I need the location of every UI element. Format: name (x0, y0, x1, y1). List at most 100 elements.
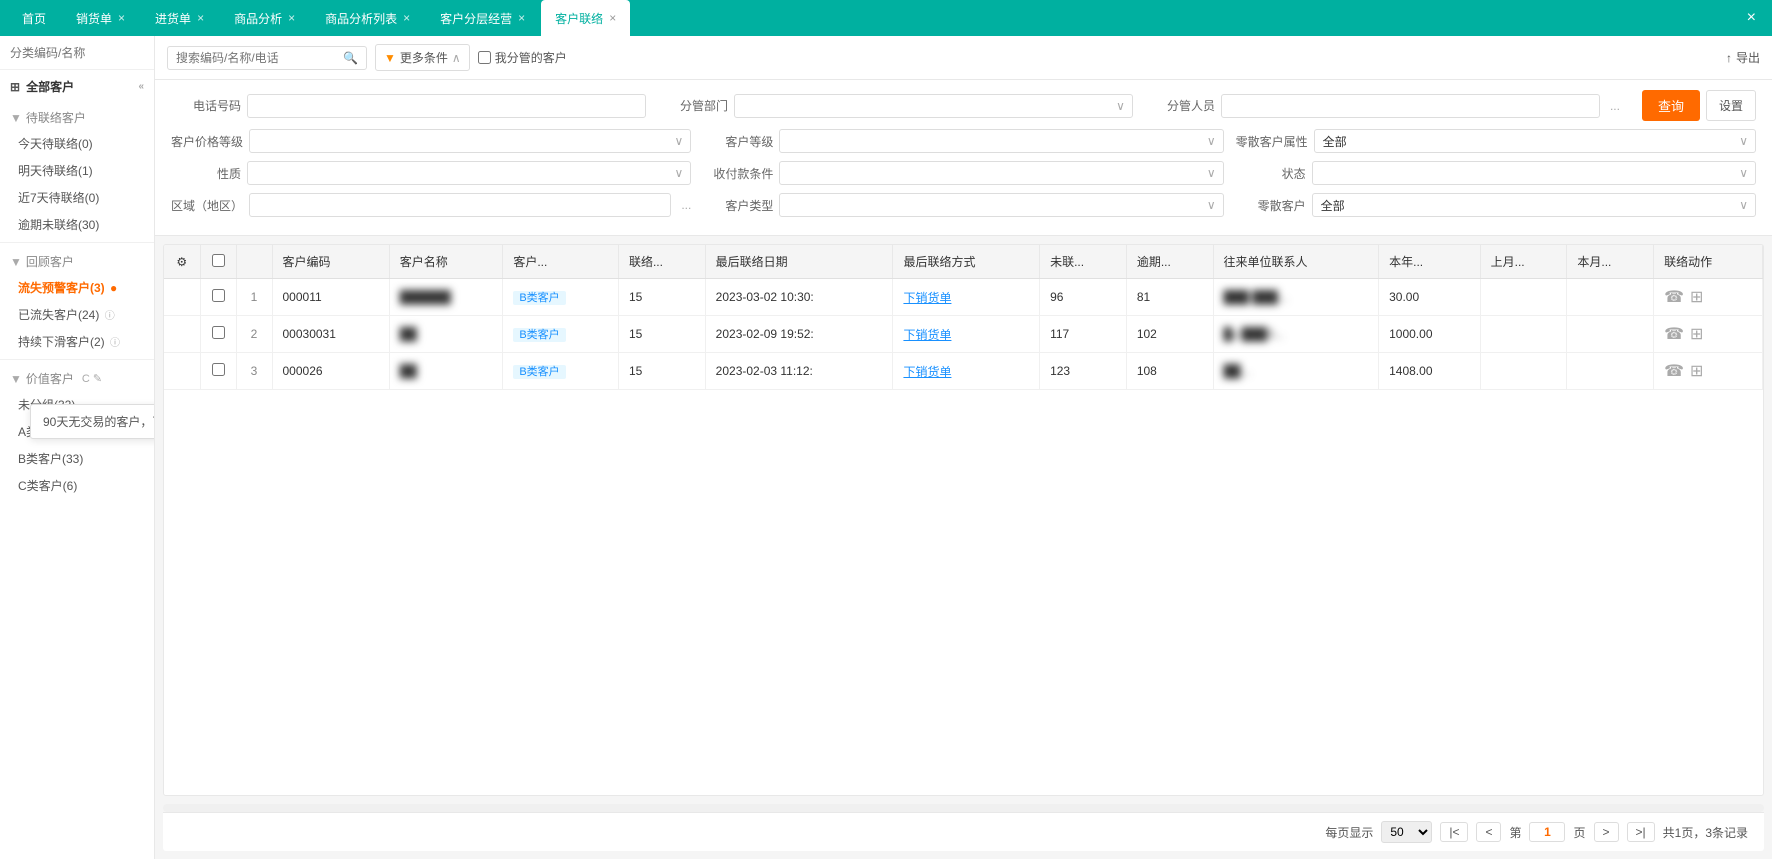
toolbar-search-icon[interactable]: 🔍 (343, 51, 358, 65)
filter-price-level-input[interactable] (249, 129, 691, 153)
nav-item-customer-contact[interactable]: 客户联络 × (541, 0, 630, 36)
col-contact: 联络... (618, 245, 705, 279)
sidebar-item-churn-warning[interactable]: 流失预警客户(3) ● (0, 274, 154, 301)
first-page-btn[interactable]: |< (1440, 822, 1468, 842)
prev-page-btn[interactable]: < (1476, 822, 1501, 842)
filter-region-input[interactable] (249, 193, 671, 217)
filter-person-input[interactable] (1221, 94, 1600, 118)
nav-item-product-analysis[interactable]: 商品分析 × (220, 0, 309, 36)
row-name-0: ██████ (389, 279, 503, 316)
col-settings[interactable]: ⚙ (164, 245, 200, 279)
col-check[interactable] (200, 245, 236, 279)
filter-person-more-icon[interactable]: ... (1610, 99, 1620, 113)
row-code-1: 00030031 (272, 316, 389, 353)
filter-customer-level-input[interactable] (779, 129, 1223, 153)
nav-close-customer-tier[interactable]: × (518, 11, 525, 25)
filter-payment-input[interactable] (779, 161, 1223, 185)
row-contact-1: 15 (618, 316, 705, 353)
nav-label-customer-contact: 客户联络 (555, 10, 603, 27)
phone-icon-0[interactable]: ☎ (1664, 287, 1684, 307)
filter-customer-type-input[interactable] (779, 193, 1223, 217)
row-this-year-0: 30.00 (1379, 279, 1481, 316)
toolbar-search-input[interactable] (176, 51, 343, 65)
sidebar-item-today-contact[interactable]: 今天待联络(0) (0, 130, 154, 157)
select-all-checkbox[interactable] (212, 254, 225, 267)
sidebar-group-value-label: 价值客户 (26, 370, 74, 387)
nav-close-sales[interactable]: × (118, 11, 125, 25)
filter-status-input[interactable] (1312, 161, 1756, 185)
page-number-input[interactable] (1529, 822, 1565, 842)
filter-nature-input[interactable] (247, 161, 691, 185)
row-no-contact-2: 123 (1040, 353, 1127, 390)
top-nav: 首页 销货单 × 进货单 × 商品分析 × 商品分析列表 × 客户分层经营 × … (0, 0, 1772, 36)
filter-price-level-label: 客户价格等级 (171, 133, 243, 150)
phone-icon-2[interactable]: ☎ (1664, 361, 1684, 381)
filter-customer-type: 客户类型 ∨ (703, 193, 1223, 217)
nav-item-product-list[interactable]: 商品分析列表 × (311, 0, 424, 36)
row-check-1[interactable] (200, 316, 236, 353)
sidebar-item-c-class[interactable]: C类客户(6) (0, 472, 154, 499)
nav-item-customer-tier[interactable]: 客户分层经营 × (426, 0, 539, 36)
settings-button[interactable]: 设置 (1706, 90, 1756, 121)
row-no-contact-0: 96 (1040, 279, 1127, 316)
row-unit-contact-0: ███ ███... (1213, 279, 1379, 316)
nav-close-customer-contact[interactable]: × (609, 11, 616, 25)
row-last-method-2[interactable]: 下销货单 (893, 353, 1040, 390)
row-check-2[interactable] (200, 353, 236, 390)
sidebar-item-7day-contact[interactable]: 近7天待联络(0) (0, 184, 154, 211)
filter-region-more-icon[interactable]: ... (681, 198, 691, 212)
grid-icon-1[interactable]: ⊞ (1690, 324, 1703, 344)
filter-dept: 分管部门 ∨ (658, 94, 1133, 118)
export-btn[interactable]: ↑ 导出 (1726, 49, 1760, 66)
sidebar-item-tomorrow-contact[interactable]: 明天待联络(1) (0, 157, 154, 184)
next-page-btn[interactable]: > (1594, 822, 1619, 842)
sidebar-search-input[interactable] (10, 46, 155, 60)
nav-close-purchase[interactable]: × (197, 11, 204, 25)
row-last-method-1[interactable]: 下销货单 (893, 316, 1040, 353)
nav-global-close[interactable]: × (1739, 5, 1764, 31)
nav-label-sales: 销货单 (76, 10, 112, 27)
col-overdue: 逾期... (1126, 245, 1213, 279)
filter-dept-input[interactable] (734, 94, 1133, 118)
row-check-0[interactable] (200, 279, 236, 316)
nav-close-product-analysis[interactable]: × (288, 11, 295, 25)
col-num (236, 245, 272, 279)
per-page-select[interactable]: 50 100 200 (1381, 821, 1432, 843)
row-actions-0: ☎ ⊞ (1654, 279, 1763, 316)
query-button[interactable]: 查询 (1642, 90, 1700, 121)
last-page-btn[interactable]: >| (1627, 822, 1655, 842)
table-body: 1 000011 ██████ B类客户 15 2023-03-02 10:30… (164, 279, 1763, 390)
row-overdue-0: 81 (1126, 279, 1213, 316)
sidebar-item-b-class[interactable]: B类客户(33) (0, 445, 154, 472)
row-last-date-1: 2023-02-09 19:52: (705, 316, 893, 353)
grid-icon-2[interactable]: ⊞ (1690, 361, 1703, 381)
sidebar-group-review: ▼ 回顾客户 (0, 247, 154, 274)
sidebar-item-already-churn[interactable]: 已流失客户(24) ⓘ (0, 301, 154, 328)
filter-retail-customer-input[interactable] (1312, 193, 1756, 217)
nav-item-sales[interactable]: 销货单 × (62, 0, 139, 36)
sidebar-all-customers[interactable]: ⊞ 全部客户 « (0, 70, 154, 103)
table-wrap: ⚙ 客户编码 客户名称 客户... 联络... 最后联络日期 最后联络方式 未联… (163, 244, 1764, 796)
filter-status-label: 状态 (1236, 165, 1306, 182)
my-customers-checkbox-wrap[interactable]: 我分管的客户 (478, 49, 567, 66)
row-name-2: ██ (389, 353, 503, 390)
nav-item-purchase[interactable]: 进货单 × (141, 0, 218, 36)
filter-retail-attr-input[interactable] (1314, 129, 1756, 153)
toolbar-filter-btn[interactable]: ▼ 更多条件 ∧ (375, 44, 470, 71)
row-last-method-0[interactable]: 下销货单 (893, 279, 1040, 316)
filter-phone: 电话号码 (171, 94, 646, 118)
row-contact-0: 15 (618, 279, 705, 316)
nav-item-home[interactable]: 首页 (8, 0, 60, 36)
sidebar-item-overdue-contact[interactable]: 逾期未联络(30) (0, 211, 154, 238)
phone-icon-1[interactable]: ☎ (1664, 324, 1684, 344)
customer-table: ⚙ 客户编码 客户名称 客户... 联络... 最后联络日期 最后联络方式 未联… (164, 245, 1763, 390)
filter-phone-input[interactable] (247, 94, 646, 118)
nav-close-product-list[interactable]: × (403, 11, 410, 25)
row-this-month-0 (1567, 279, 1654, 316)
sidebar-item-declining[interactable]: 持续下滑客户(2) ⓘ (0, 328, 154, 355)
nav-label-product-list: 商品分析列表 (325, 10, 397, 27)
page-label: 第 (1509, 824, 1521, 841)
grid-icon-0[interactable]: ⊞ (1690, 287, 1703, 307)
row-actions-2: ☎ ⊞ (1654, 353, 1763, 390)
my-customers-checkbox[interactable] (478, 51, 491, 64)
